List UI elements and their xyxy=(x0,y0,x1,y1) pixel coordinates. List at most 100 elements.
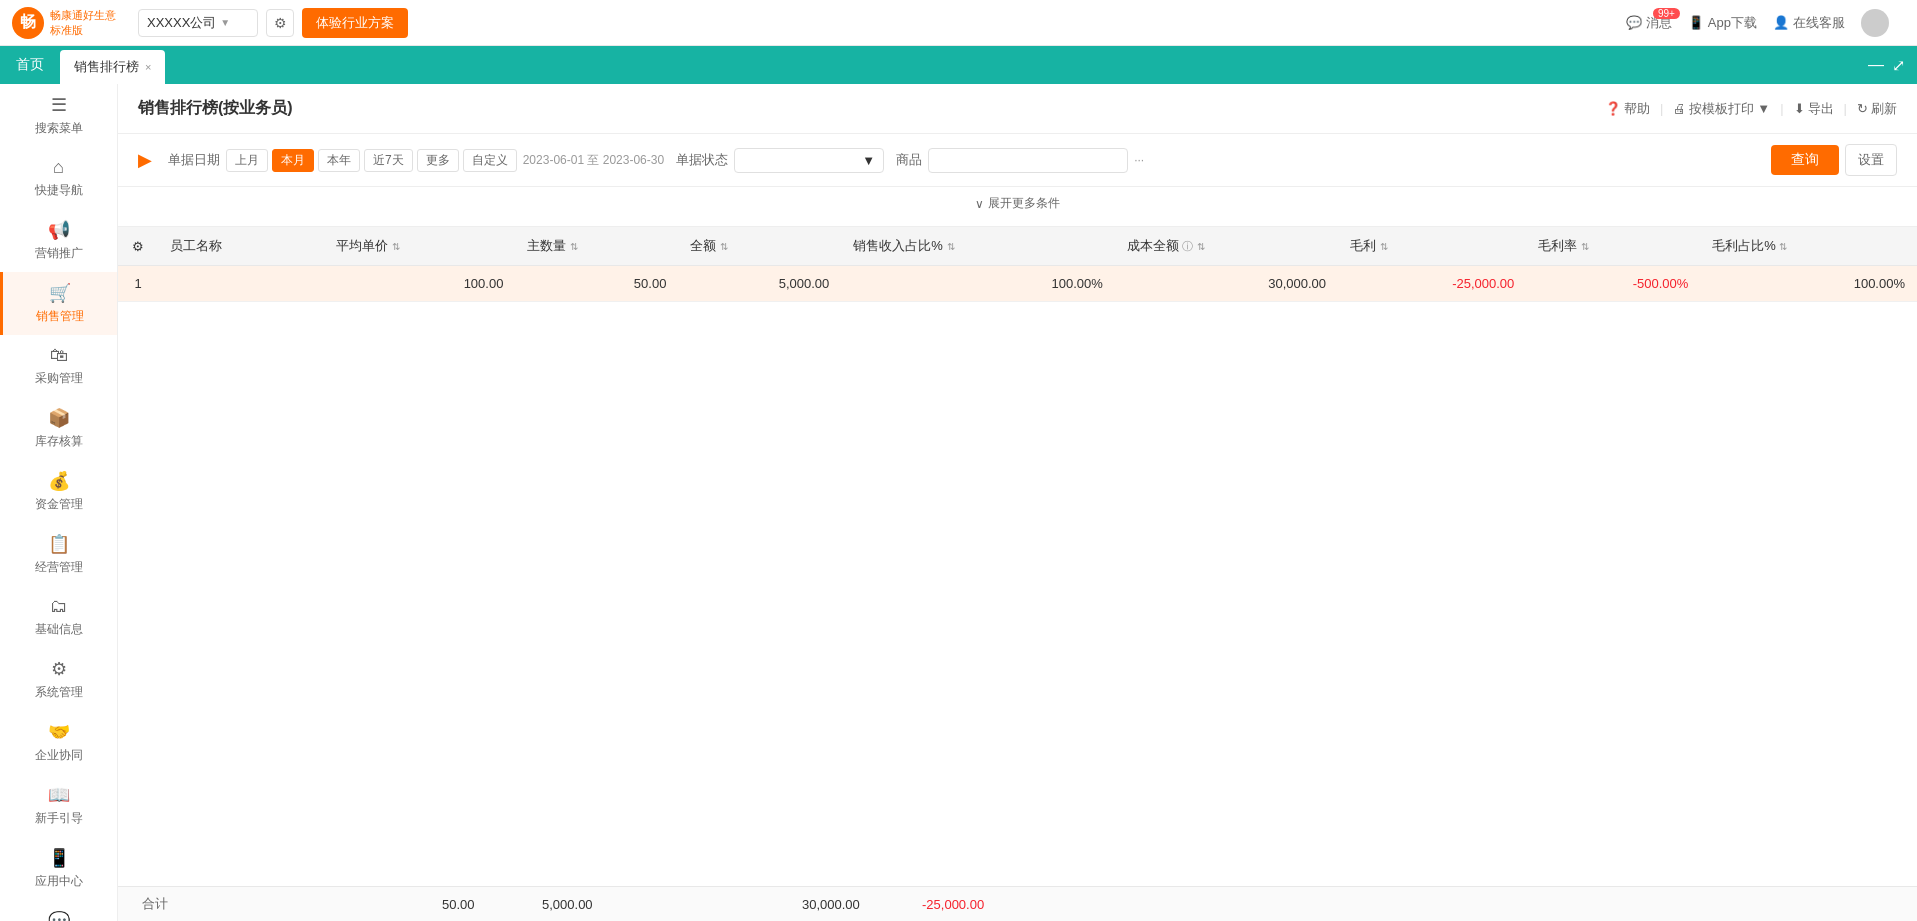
sidebar-item-finance[interactable]: 💰 资金管理 xyxy=(0,460,117,523)
expand-toggle[interactable]: ▶ xyxy=(138,149,152,171)
filter-right: 查询 设置 xyxy=(1771,144,1897,176)
sidebar-item-app-center[interactable]: 📱 应用中心 xyxy=(0,837,117,900)
sidebar-item-guide[interactable]: 📖 新手引导 xyxy=(0,774,117,837)
main-qty-sort-icon[interactable]: ⇅ xyxy=(570,241,578,252)
date-label: 单据日期 xyxy=(168,151,220,169)
column-settings-icon[interactable]: ⚙ xyxy=(132,239,144,254)
date-btn-custom[interactable]: 自定义 xyxy=(463,149,517,172)
sidebar-item-basic-info[interactable]: 🗂 基础信息 xyxy=(0,586,117,648)
gross-rate-sort-icon[interactable]: ⇅ xyxy=(1581,241,1589,252)
amount-sort-icon[interactable]: ⇅ xyxy=(720,241,728,252)
rank-cell: 1 xyxy=(118,266,158,302)
message-button[interactable]: 💬 消息 99+ xyxy=(1626,14,1672,32)
company-selector[interactable]: XXXXX公司 ▼ xyxy=(138,9,258,37)
date-btn-last-month[interactable]: 上月 xyxy=(226,149,268,172)
tab-right-actions: — ⤢ xyxy=(1868,46,1917,84)
sales-pct-cell: 100.00% xyxy=(841,266,1114,302)
sidebar-item-wechat[interactable]: 💬 企业微信 xyxy=(0,900,117,921)
sidebar-item-search-order[interactable]: ☰ 搜索菜单 xyxy=(0,84,117,147)
tab-maximize-button[interactable]: ⤢ xyxy=(1892,56,1905,75)
gross-pct-cell: 100.00% xyxy=(1700,266,1917,302)
filter-settings-button[interactable]: 设置 xyxy=(1845,144,1897,176)
sidebar-label-cooperation: 企业协同 xyxy=(35,747,83,764)
query-button[interactable]: 查询 xyxy=(1771,145,1839,175)
print-button[interactable]: 🖨 按模板打印 ▼ xyxy=(1673,100,1770,118)
content-area: 销售排行榜(按业务员) ❓ 帮助 | 🖨 按模板打印 ▼ | ⬇ 导出 | xyxy=(118,84,1917,921)
logo-line2: 标准版 xyxy=(50,23,116,37)
logo-line1: 畅康通好生意 xyxy=(50,8,116,22)
app-download-button[interactable]: 📱 App下载 xyxy=(1688,14,1757,32)
table-body: 1100.0050.005,000.00100.00%30,000.00-25,… xyxy=(118,266,1917,302)
export-icon: ⬇ xyxy=(1794,101,1805,116)
date-btn-last-7days[interactable]: 近7天 xyxy=(364,149,413,172)
tab-sales-ranking[interactable]: 销售排行榜 × xyxy=(60,50,165,84)
sidebar-item-operations[interactable]: 📋 经营管理 xyxy=(0,523,117,586)
sidebar-label-basic-info: 基础信息 xyxy=(35,621,83,638)
table-container: ⚙ 员工名称 平均单价 ⇅ 主数量 ⇅ xyxy=(118,227,1917,886)
col-name-label: 员工名称 xyxy=(170,238,222,253)
sidebar-item-purchase[interactable]: 🛍 采购管理 xyxy=(0,335,117,397)
gross-pct-sort-icon[interactable]: ⇅ xyxy=(1779,241,1787,252)
tab-active-label: 销售排行榜 xyxy=(74,58,139,76)
date-buttons: 上月 本月 本年 近7天 更多 自定义 xyxy=(226,149,517,172)
col-gross-pct-label: 毛利占比% xyxy=(1712,238,1776,253)
avg-price-sort-icon[interactable]: ⇅ xyxy=(392,241,400,252)
footer-cells: 合计 50.00 5,000.00 30,000.00 -25,000.00 xyxy=(130,895,1905,913)
help-icon: ❓ xyxy=(1605,101,1621,116)
settings-icon[interactable]: ⚙ xyxy=(266,9,294,37)
sales-pct-sort-icon[interactable]: ⇅ xyxy=(947,241,955,252)
gross-sort-icon[interactable]: ⇅ xyxy=(1380,241,1388,252)
cost-sort-icon[interactable]: ⇅ xyxy=(1197,241,1205,252)
col-amount-label: 全额 xyxy=(690,238,716,253)
online-service-button[interactable]: 👤 在线客服 xyxy=(1773,14,1845,32)
table-footer: 合计 50.00 5,000.00 30,000.00 -25,000.00 xyxy=(118,886,1917,921)
avg-price-cell: 100.00 xyxy=(324,266,515,302)
help-button[interactable]: ❓ 帮助 xyxy=(1605,100,1650,118)
sidebar-item-marketing[interactable]: 📢 营销推广 xyxy=(0,209,117,272)
th-gross-pct: 毛利占比% ⇅ xyxy=(1700,227,1917,266)
th-cost: 成本全额 ⓘ ⇅ xyxy=(1115,227,1338,266)
sidebar-label-inventory: 库存核算 xyxy=(35,433,83,450)
footer-cost-amount: 30,000.00 xyxy=(790,897,910,912)
sidebar-label-operations: 经营管理 xyxy=(35,559,83,576)
name-cell xyxy=(158,266,324,302)
date-btn-this-month[interactable]: 本月 xyxy=(272,149,314,172)
status-filter: 单据状态 ▼ xyxy=(676,148,884,173)
tab-close-icon[interactable]: × xyxy=(145,61,151,73)
th-sales-pct: 销售收入占比% ⇅ xyxy=(841,227,1114,266)
operations-icon: 📋 xyxy=(48,533,70,555)
filter-bar: ▶ 单据日期 上月 本月 本年 近7天 更多 自定义 2023-06-01 至 … xyxy=(118,134,1917,187)
sidebar-item-sales[interactable]: 🛒 销售管理 xyxy=(0,272,117,335)
tab-home[interactable]: 首页 xyxy=(0,46,60,84)
col-cost-label: 成本全额 xyxy=(1127,238,1179,253)
goods-more-icon[interactable]: ··· xyxy=(1134,153,1144,167)
wechat-icon: 💬 xyxy=(48,910,70,921)
sidebar-item-inventory[interactable]: 📦 库存核算 xyxy=(0,397,117,460)
cost-info-icon[interactable]: ⓘ xyxy=(1182,240,1193,252)
avatar[interactable] xyxy=(1861,9,1889,37)
sidebar-item-quick-nav[interactable]: ⌂ 快捷导航 xyxy=(0,147,117,209)
expand-more-label: 展开更多条件 xyxy=(988,195,1060,212)
gross-cell: -25,000.00 xyxy=(1338,266,1526,302)
sidebar-item-system[interactable]: ⚙ 系统管理 xyxy=(0,648,117,711)
sidebar-item-cooperation[interactable]: 🤝 企业协同 xyxy=(0,711,117,774)
col-gross-rate-label: 毛利率 xyxy=(1538,238,1577,253)
help-label: 帮助 xyxy=(1624,100,1650,118)
tab-minimize-button[interactable]: — xyxy=(1868,56,1884,74)
print-label: 按模板打印 xyxy=(1689,100,1754,118)
industry-button[interactable]: 体验行业方案 xyxy=(302,8,408,38)
goods-input[interactable] xyxy=(928,148,1128,173)
export-label: 导出 xyxy=(1808,100,1834,118)
col-gross-label: 毛利 xyxy=(1350,238,1376,253)
company-name: XXXXX公司 xyxy=(147,14,216,32)
expand-more-button[interactable]: ∨ 展开更多条件 xyxy=(967,191,1068,216)
refresh-button[interactable]: ↻ 刷新 xyxy=(1857,100,1897,118)
date-btn-more[interactable]: 更多 xyxy=(417,149,459,172)
status-select[interactable]: ▼ xyxy=(734,148,884,173)
basic-info-icon: 🗂 xyxy=(50,596,68,617)
export-button[interactable]: ⬇ 导出 xyxy=(1794,100,1834,118)
footer-amount: 5,000.00 xyxy=(530,897,650,912)
sidebar-label-finance: 资金管理 xyxy=(35,496,83,513)
col-sales-pct-label: 销售收入占比% xyxy=(853,238,943,253)
date-btn-this-year[interactable]: 本年 xyxy=(318,149,360,172)
